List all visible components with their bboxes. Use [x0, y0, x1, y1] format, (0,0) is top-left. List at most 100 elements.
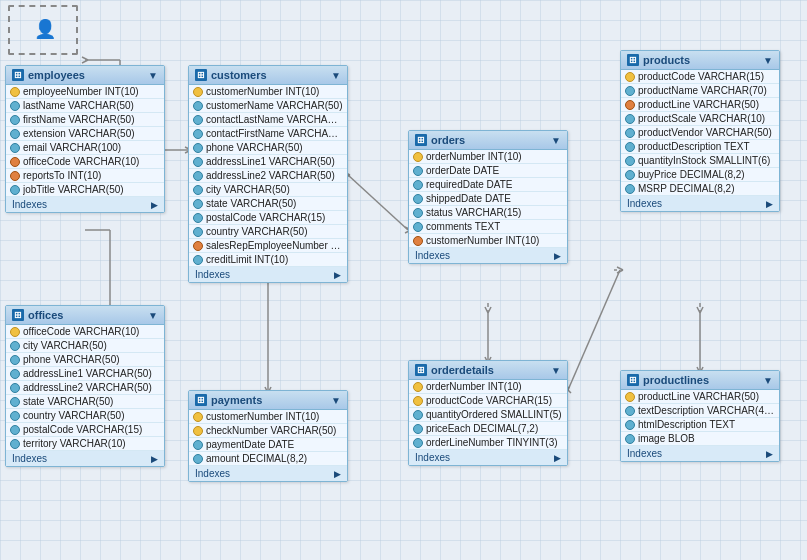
table-row: lastName VARCHAR(50)	[6, 99, 164, 113]
field-text: firstName VARCHAR(50)	[23, 114, 135, 125]
field-text: salesRepEmployeeNumber INT(10)	[206, 240, 343, 251]
table-header-offices[interactable]: offices ▼	[6, 306, 164, 325]
table-header-employees[interactable]: employees ▼	[6, 66, 164, 85]
indexes-label: Indexes	[12, 453, 47, 464]
indexes-row[interactable]: Indexes▶	[6, 197, 164, 212]
field-icon	[10, 101, 20, 111]
collapse-arrow[interactable]: ▼	[331, 395, 341, 406]
field-icon	[10, 369, 20, 379]
fk-icon	[10, 171, 20, 181]
indexes-row[interactable]: Indexes ▶	[621, 196, 779, 211]
indexes-expand-arrow[interactable]: ▶	[334, 270, 341, 280]
table-icon	[195, 69, 207, 81]
collapse-arrow[interactable]: ▼	[148, 70, 158, 81]
field-text: addressLine2 VARCHAR(50)	[206, 170, 335, 181]
field-text: officeCode VARCHAR(10)	[23, 156, 139, 167]
indexes-expand-arrow[interactable]: ▶	[151, 200, 158, 210]
table-title-productlines: productlines	[643, 374, 709, 386]
field-icon	[413, 410, 423, 420]
indexes-row[interactable]: Indexes▶	[189, 466, 347, 481]
table-header-orderdetails[interactable]: orderdetails▼	[409, 361, 567, 380]
table-row: officeCode VARCHAR(10)	[6, 155, 164, 169]
field-text: lastName VARCHAR(50)	[23, 100, 134, 111]
indexes-row[interactable]: Indexes ▶	[6, 451, 164, 466]
table-row: requiredDate DATE	[409, 178, 567, 192]
table-payments: payments▼customerNumber INT(10)checkNumb…	[188, 390, 348, 482]
collapse-arrow[interactable]: ▼	[763, 55, 773, 66]
field-text: email VARCHAR(100)	[23, 142, 121, 153]
table-title-employees: employees	[28, 69, 85, 81]
pk-icon	[413, 382, 423, 392]
pk-icon	[10, 87, 20, 97]
collapse-arrow[interactable]: ▼	[763, 375, 773, 386]
table-icon	[195, 394, 207, 406]
table-icon	[627, 374, 639, 386]
fk-icon	[193, 241, 203, 251]
indexes-expand-arrow[interactable]: ▶	[151, 454, 158, 464]
table-header-orders[interactable]: orders ▼	[409, 131, 567, 150]
svg-line-46	[697, 307, 700, 313]
collapse-arrow[interactable]: ▼	[551, 135, 561, 146]
table-row: customerNumber INT(10)	[409, 234, 567, 248]
indexes-expand-arrow[interactable]: ▶	[334, 469, 341, 479]
table-row: quantityInStock SMALLINT(6)	[621, 154, 779, 168]
indexes-expand-arrow[interactable]: ▶	[766, 449, 773, 459]
field-text: addressLine1 VARCHAR(50)	[206, 156, 335, 167]
field-text: addressLine2 VARCHAR(50)	[23, 382, 152, 393]
field-icon	[10, 341, 20, 351]
table-title-offices: offices	[28, 309, 63, 321]
table-header-products[interactable]: products▼	[621, 51, 779, 70]
field-text: status VARCHAR(15)	[426, 207, 521, 218]
table-orders: orders▼orderNumber INT(10)orderDate DATE…	[408, 130, 568, 264]
table-row: addressLine2 VARCHAR(50)	[6, 381, 164, 395]
table-row: postalCode VARCHAR(15)	[6, 423, 164, 437]
collapse-arrow[interactable]: ▼	[148, 310, 158, 321]
indexes-row[interactable]: Indexes▶	[621, 446, 779, 461]
field-text: productName VARCHAR(70)	[638, 85, 767, 96]
field-icon	[625, 114, 635, 124]
field-icon	[625, 170, 635, 180]
field-text: productLine VARCHAR(50)	[638, 99, 759, 110]
field-text: productCode VARCHAR(15)	[426, 395, 552, 406]
indexes-expand-arrow[interactable]: ▶	[554, 251, 561, 261]
svg-line-4	[82, 60, 88, 63]
table-header-customers[interactable]: customers▼	[189, 66, 347, 85]
indexes-expand-arrow[interactable]: ▶	[554, 453, 561, 463]
field-icon	[625, 420, 635, 430]
table-row: checkNumber VARCHAR(50)	[189, 424, 347, 438]
table-header-payments[interactable]: payments▼	[189, 391, 347, 410]
table-row: productDescription TEXT	[621, 140, 779, 154]
indexes-label: Indexes	[195, 269, 230, 280]
field-icon	[10, 115, 20, 125]
field-icon	[10, 383, 20, 393]
pk-icon	[193, 426, 203, 436]
indexes-label: Indexes	[627, 198, 662, 209]
table-row: comments TEXT	[409, 220, 567, 234]
table-row: status VARCHAR(15)	[409, 206, 567, 220]
field-text: contactFirstName VARCHAR(50)	[206, 128, 343, 139]
table-header-productlines[interactable]: productlines ▼	[621, 371, 779, 390]
table-employees: employees▼employeeNumber INT(10)lastName…	[5, 65, 165, 213]
table-row: htmlDescription TEXT	[621, 418, 779, 432]
collapse-arrow[interactable]: ▼	[331, 70, 341, 81]
indexes-expand-arrow[interactable]: ▶	[766, 199, 773, 209]
table-title-orders: orders	[431, 134, 465, 146]
field-icon	[193, 213, 203, 223]
field-text: contactLastName VARCHAR(50)	[206, 114, 343, 125]
field-text: priceEach DECIMAL(7,2)	[426, 423, 538, 434]
indexes-label: Indexes	[415, 250, 450, 261]
pk-icon	[413, 152, 423, 162]
table-row: postalCode VARCHAR(15)	[189, 211, 347, 225]
collapse-arrow[interactable]: ▼	[551, 365, 561, 376]
fk-icon	[625, 100, 635, 110]
indexes-row[interactable]: Indexes▶	[409, 450, 567, 465]
field-icon	[10, 355, 20, 365]
field-text: addressLine1 VARCHAR(50)	[23, 368, 152, 379]
indexes-row[interactable]: Indexes ▶	[189, 267, 347, 282]
field-text: productCode VARCHAR(15)	[638, 71, 764, 82]
table-row: priceEach DECIMAL(7,2)	[409, 422, 567, 436]
indexes-row[interactable]: Indexes ▶	[409, 248, 567, 263]
table-row: contactLastName VARCHAR(50)	[189, 113, 347, 127]
svg-line-19	[348, 175, 408, 230]
table-row: country VARCHAR(50)	[6, 409, 164, 423]
